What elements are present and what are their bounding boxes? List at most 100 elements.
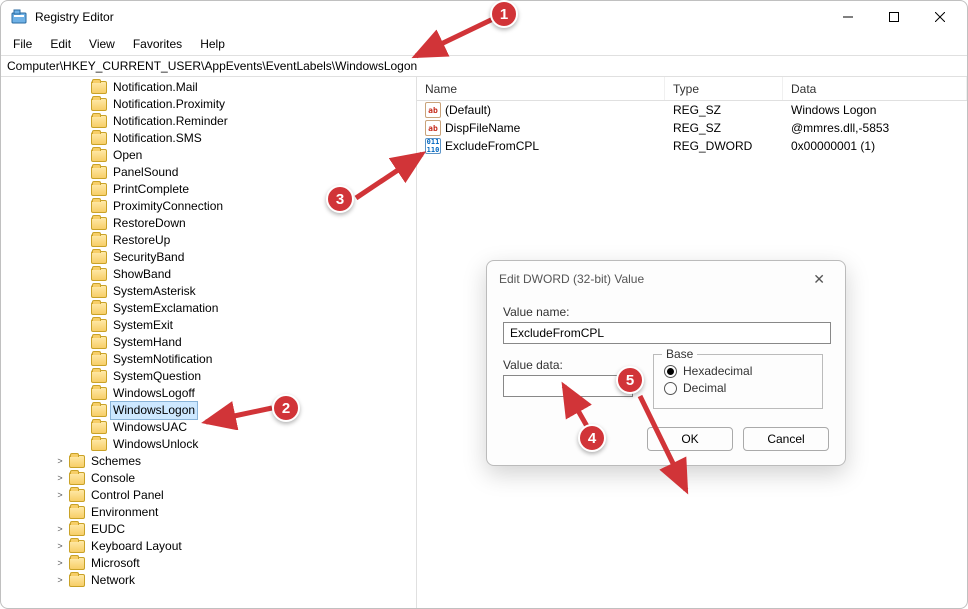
menu-view[interactable]: View (81, 35, 123, 53)
tree-item-keyboard-layout[interactable]: > Keyboard Layout (55, 538, 416, 555)
tree-item-environment[interactable]: Environment (55, 504, 416, 521)
tree-label: WindowsLogon (111, 402, 197, 419)
tree-item-restoreup[interactable]: RestoreUp (77, 232, 416, 249)
tree-item-windowslogon[interactable]: WindowsLogon (77, 402, 416, 419)
folder-icon (91, 268, 107, 281)
tree-label: Schemes (89, 453, 143, 470)
tree-label: ProximityConnection (111, 198, 225, 215)
tree-item-showband[interactable]: ShowBand (77, 266, 416, 283)
tree-label: Network (89, 572, 137, 589)
tree-item-systemasterisk[interactable]: SystemAsterisk (77, 283, 416, 300)
chevron-icon[interactable]: > (55, 470, 65, 487)
titlebar: Registry Editor (1, 1, 967, 33)
tree-item-eudc[interactable]: >EUDC (55, 521, 416, 538)
value-type: REG_SZ (669, 103, 787, 117)
tree-item-systemexit[interactable]: SystemExit (77, 317, 416, 334)
tree-label: Notification.Proximity (111, 96, 227, 113)
tree-label: SystemQuestion (111, 368, 203, 385)
list-row[interactable]: ab(Default)REG_SZWindows Logon (417, 101, 967, 119)
radio-hex-indicator (664, 365, 677, 378)
col-name[interactable]: Name (417, 77, 665, 100)
tree-item-systemhand[interactable]: SystemHand (77, 334, 416, 351)
radio-hexadecimal[interactable]: Hexadecimal (664, 364, 812, 378)
chevron-icon[interactable]: > (55, 538, 65, 555)
base-fieldset: Base Hexadecimal Decimal (653, 354, 823, 409)
chevron-icon[interactable]: > (55, 521, 65, 538)
tree-item-notification-proximity[interactable]: Notification.Proximity (77, 96, 416, 113)
tree-label: SystemNotification (111, 351, 214, 368)
tree-item-panelsound[interactable]: PanelSound (77, 164, 416, 181)
radio-dec-label: Decimal (683, 381, 726, 395)
folder-icon (91, 81, 107, 94)
tree-label: Control Panel (89, 487, 166, 504)
tree-label: Notification.Mail (111, 79, 200, 96)
tree-item-notification-reminder[interactable]: Notification.Reminder (77, 113, 416, 130)
tree-item-console[interactable]: > Console (55, 470, 416, 487)
ok-button[interactable]: OK (647, 427, 733, 451)
window-title: Registry Editor (35, 10, 825, 24)
tree-item-network[interactable]: > Network (55, 572, 416, 589)
window-controls (825, 1, 963, 33)
menu-favorites[interactable]: Favorites (125, 35, 190, 53)
list-row[interactable]: 011110ExcludeFromCPLREG_DWORD0x00000001 … (417, 137, 967, 155)
chevron-icon[interactable]: > (55, 453, 65, 470)
address-bar[interactable]: Computer\HKEY_CURRENT_USER\AppEvents\Eve… (1, 55, 967, 77)
chevron-icon[interactable]: > (55, 555, 65, 572)
dword-value-icon: 011110 (425, 138, 441, 154)
tree-item-schemes[interactable]: > Schemes (55, 453, 416, 470)
radio-decimal[interactable]: Decimal (664, 381, 812, 395)
value-data-input[interactable] (503, 375, 633, 397)
list-header[interactable]: Name Type Data (417, 77, 967, 101)
tree-item-proximityconnection[interactable]: ProximityConnection (77, 198, 416, 215)
base-legend: Base (662, 347, 697, 361)
tree-item-printcomplete[interactable]: PrintComplete (77, 181, 416, 198)
tree-panel[interactable]: Notification.MailNotification.ProximityN… (1, 77, 417, 608)
radio-dec-indicator (664, 382, 677, 395)
minimize-button[interactable] (825, 1, 871, 33)
folder-icon (69, 489, 85, 502)
list-row[interactable]: abDispFileNameREG_SZ@mmres.dll,-5853 (417, 119, 967, 137)
tree-label: Environment (89, 504, 160, 521)
folder-icon (91, 132, 107, 145)
tree-item-windowsunlock[interactable]: WindowsUnlock (77, 436, 416, 453)
dialog-close-button[interactable]: ✕ (805, 267, 833, 292)
chevron-icon[interactable]: > (55, 487, 65, 504)
tree-item-microsoft[interactable]: >Microsoft (55, 555, 416, 572)
tree-label: Console (89, 470, 137, 487)
callout-4: 4 (578, 424, 606, 452)
tree-item-systemexclamation[interactable]: SystemExclamation (77, 300, 416, 317)
cancel-button[interactable]: Cancel (743, 427, 829, 451)
tree-item-open[interactable]: Open (77, 147, 416, 164)
tree-item-windowslogoff[interactable]: WindowsLogoff (77, 385, 416, 402)
col-data[interactable]: Data (783, 77, 967, 100)
menu-help[interactable]: Help (192, 35, 233, 53)
close-button[interactable] (917, 1, 963, 33)
menu-file[interactable]: File (5, 35, 40, 53)
col-type[interactable]: Type (665, 77, 783, 100)
tree-item-notification-mail[interactable]: Notification.Mail (77, 79, 416, 96)
folder-icon (91, 421, 107, 434)
folder-icon (91, 302, 107, 315)
menu-edit[interactable]: Edit (42, 35, 79, 53)
tree-label: RestoreUp (111, 232, 172, 249)
maximize-button[interactable] (871, 1, 917, 33)
value-name-input[interactable] (503, 322, 831, 344)
folder-icon (69, 472, 85, 485)
tree-item-windowsuac[interactable]: WindowsUAC (77, 419, 416, 436)
dialog-title: Edit DWORD (32-bit) Value (499, 272, 644, 286)
folder-icon (91, 200, 107, 213)
tree-item-securityband[interactable]: SecurityBand (77, 249, 416, 266)
tree-item-control-panel[interactable]: > Control Panel (55, 487, 416, 504)
folder-icon (91, 149, 107, 162)
chevron-icon[interactable]: > (55, 572, 65, 589)
callout-2: 2 (272, 394, 300, 422)
folder-icon (69, 540, 85, 553)
tree-item-systemquestion[interactable]: SystemQuestion (77, 368, 416, 385)
tree-item-notification-sms[interactable]: Notification.SMS (77, 130, 416, 147)
tree-item-restoredown[interactable]: RestoreDown (77, 215, 416, 232)
tree-item-systemnotification[interactable]: SystemNotification (77, 351, 416, 368)
tree-label: Keyboard Layout (89, 538, 184, 555)
address-text: Computer\HKEY_CURRENT_USER\AppEvents\Eve… (7, 59, 417, 73)
tree-label: WindowsUnlock (111, 436, 200, 453)
value-name: ExcludeFromCPL (445, 139, 539, 153)
